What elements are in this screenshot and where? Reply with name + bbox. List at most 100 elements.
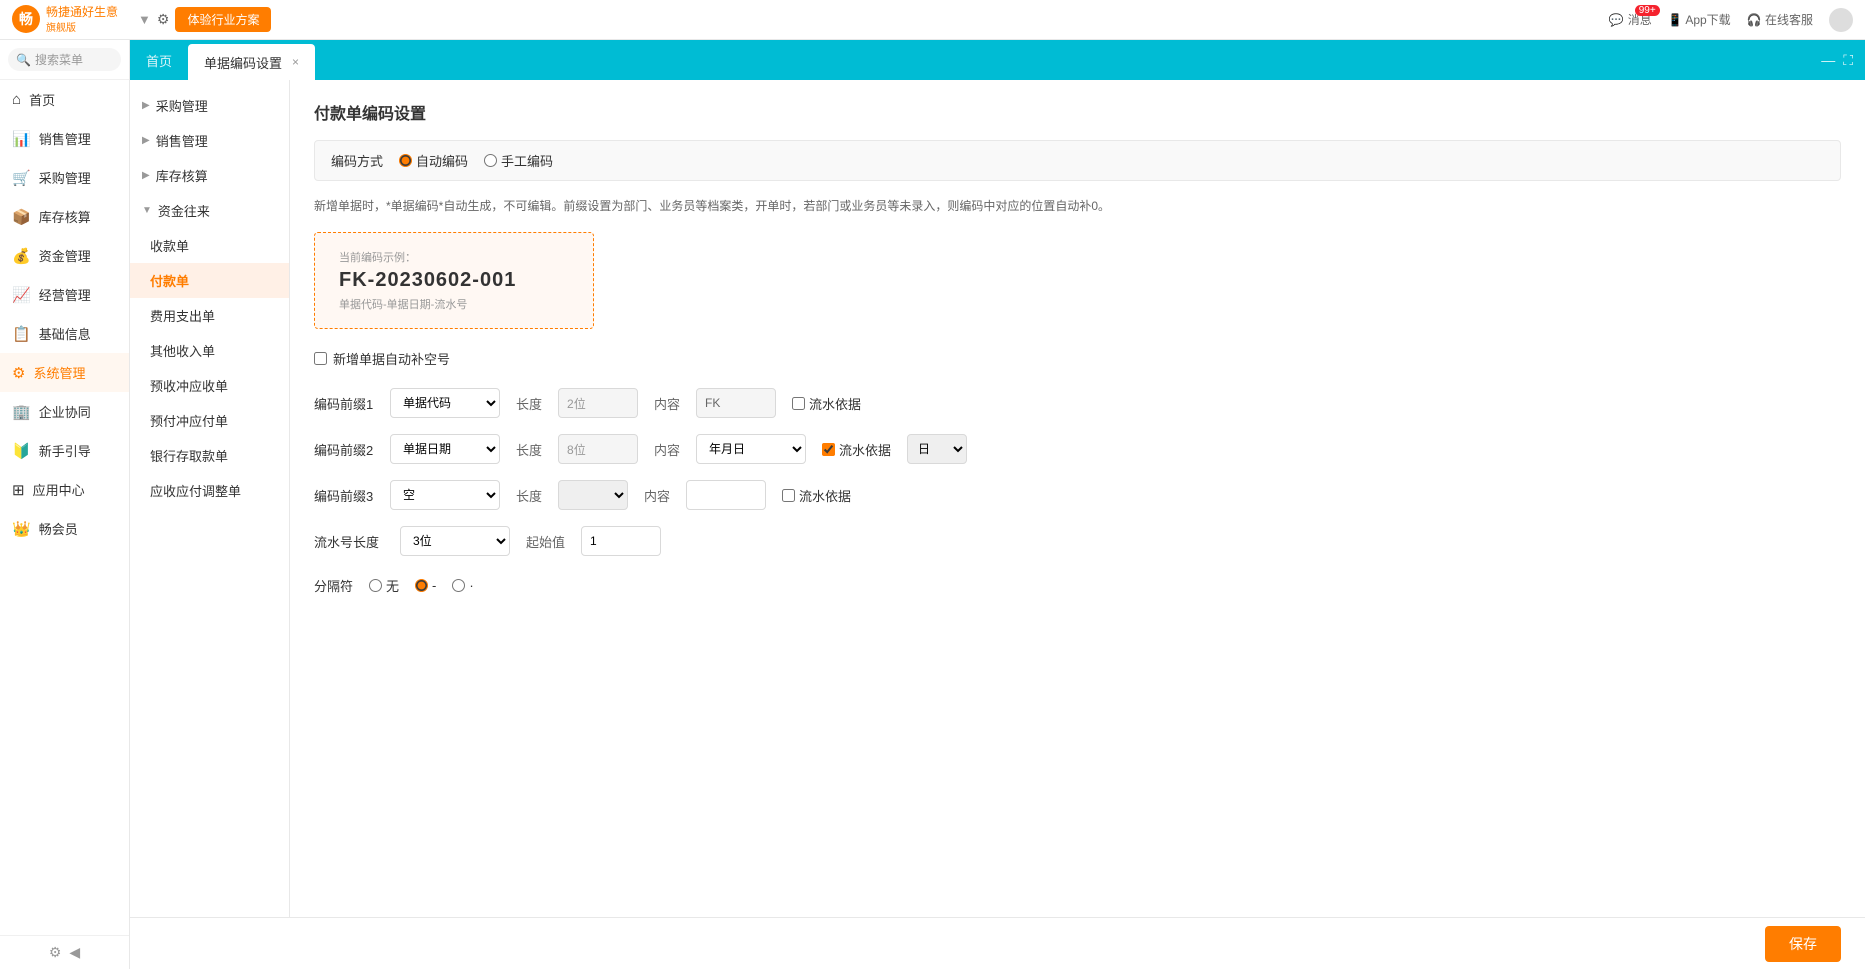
sub-group-capital[interactable]: ▼ 资金往来 — [130, 193, 289, 228]
sidebar-label-basic: 基础信息 — [39, 324, 91, 343]
sub-item-advance-receipt[interactable]: 预收冲应收单 — [130, 368, 289, 403]
app-download-link[interactable]: 📱 App下载 — [1668, 11, 1731, 28]
prefix2-select[interactable]: 单据日期 — [390, 434, 500, 464]
tab-encode-settings[interactable]: 单据编码设置 × — [188, 44, 315, 80]
sidebar-item-operation[interactable]: 📈 经营管理 — [0, 275, 129, 314]
sep-dot-option[interactable]: - — [415, 578, 436, 593]
prefix1-select[interactable]: 单据代码 — [390, 388, 500, 418]
tab-close-icon[interactable]: × — [292, 55, 299, 69]
auto-encode-radio[interactable] — [399, 154, 412, 167]
code-preview-value: FK-20230602-001 — [339, 269, 569, 292]
auto-fill-label: 新增单据自动补空号 — [333, 349, 450, 368]
sep-none-option[interactable]: 无 — [369, 576, 399, 595]
sub-group-inventory[interactable]: ▶ 库存核算 — [130, 158, 289, 193]
content1-input[interactable] — [696, 388, 776, 418]
serial3-label: 流水依据 — [799, 486, 851, 505]
sidebar-item-member[interactable]: 👑 畅会员 — [0, 509, 129, 548]
auto-fill-checkbox[interactable] — [314, 352, 327, 365]
manual-encode-option[interactable]: 手工编码 — [484, 151, 553, 170]
sidebar-item-guide[interactable]: 🔰 新手引导 — [0, 431, 129, 470]
enterprise-icon: 🏢 — [12, 403, 31, 421]
manual-encode-label: 手工编码 — [501, 151, 553, 170]
content2-select[interactable]: 年月日 — [696, 434, 806, 464]
sidebar-item-system[interactable]: ⚙ 系统管理 — [0, 353, 129, 392]
start-value-input[interactable] — [581, 526, 661, 556]
system-icon: ⚙ — [12, 364, 25, 382]
online-service-link[interactable]: 🎧 在线客服 — [1747, 11, 1813, 28]
sidebar-search-container: 🔍 搜索菜单 — [0, 40, 129, 80]
experience-button[interactable]: 体验行业方案 — [175, 7, 271, 32]
serial-length-row: 流水号长度 3位 起始值 — [314, 526, 1841, 556]
manual-encode-radio[interactable] — [484, 154, 497, 167]
collapse-icon[interactable]: ◀ — [69, 944, 80, 961]
sep-dot2-radio[interactable] — [452, 579, 465, 592]
prefix2-label: 编码前缀2 — [314, 440, 374, 459]
sub-item-bank[interactable]: 银行存取款单 — [130, 438, 289, 473]
settings-icon[interactable]: ⚙ — [157, 11, 170, 28]
sidebar-item-sales[interactable]: 📊 销售管理 — [0, 119, 129, 158]
separator-row: 分隔符 无 - · — [314, 576, 1841, 595]
length1-label: 长度 — [516, 394, 542, 413]
sidebar-label-purchase: 采购管理 — [39, 168, 91, 187]
sub-item-expense[interactable]: 费用支出单 — [130, 298, 289, 333]
length3-label: 长度 — [516, 486, 542, 505]
sub-group-sales[interactable]: ▶ 销售管理 — [130, 123, 289, 158]
chevron-down-icon[interactable]: ▼ — [138, 12, 151, 27]
serial1-checkbox-label[interactable]: 流水依据 — [792, 394, 861, 413]
sidebar-item-home[interactable]: ⌂ 首页 — [0, 80, 129, 119]
topbar-left: 畅 畅捷通好生意 旗舰版 ▼ ⚙ 体验行业方案 — [12, 5, 271, 34]
message-count: 99+ — [1635, 5, 1660, 16]
user-avatar[interactable] — [1829, 8, 1853, 32]
day-select[interactable]: 日 — [907, 434, 967, 464]
download-icon: 📱 — [1668, 13, 1683, 27]
sub-item-payment[interactable]: 付款单 — [130, 263, 289, 298]
sub-group-purchase[interactable]: ▶ 采购管理 — [130, 88, 289, 123]
length1-value: 2位 — [558, 388, 638, 418]
sub-item-prepay[interactable]: 预付冲应付单 — [130, 403, 289, 438]
settings-bottom-icon[interactable]: ⚙ — [49, 944, 62, 961]
sidebar-item-apps[interactable]: ⊞ 应用中心 — [0, 470, 129, 509]
sidebar-label-operation: 经营管理 — [39, 285, 91, 304]
arrow-right-icon: ▶ — [142, 100, 150, 111]
sep-none-radio[interactable] — [369, 579, 382, 592]
length2-label: 长度 — [516, 440, 542, 459]
search-bar[interactable]: 🔍 搜索菜单 — [8, 48, 121, 71]
info-text: 新增单据时，*单据编码*自动生成，不可编辑。前缀设置为部门、业务员等档案类，开单… — [314, 197, 1841, 216]
prefix3-select[interactable]: 空 — [390, 480, 500, 510]
sidebar-item-basic[interactable]: 📋 基础信息 — [0, 314, 129, 353]
sep-dot-radio[interactable] — [415, 579, 428, 592]
sidebar-item-enterprise[interactable]: 🏢 企业协同 — [0, 392, 129, 431]
basic-icon: 📋 — [12, 325, 31, 343]
serial-length-select[interactable]: 3位 — [400, 526, 510, 556]
serial2-checkbox[interactable] — [822, 443, 835, 456]
sub-item-other-income[interactable]: 其他收入单 — [130, 333, 289, 368]
tab-home[interactable]: 首页 — [130, 40, 188, 80]
sub-item-arapp-adjust[interactable]: 应收应付调整单 — [130, 473, 289, 508]
auto-encode-option[interactable]: 自动编码 — [399, 151, 468, 170]
sep-dot-label: - — [432, 578, 436, 593]
sidebar-item-capital[interactable]: 💰 资金管理 — [0, 236, 129, 275]
serial3-checkbox-label[interactable]: 流水依据 — [782, 486, 851, 505]
sub-item-receipt[interactable]: 收款单 — [130, 228, 289, 263]
length3-select[interactable] — [558, 480, 628, 510]
message-badge[interactable]: 💬 消息 99+ — [1609, 11, 1652, 28]
content3-input[interactable] — [686, 480, 766, 510]
serial1-checkbox[interactable] — [792, 397, 805, 410]
start-value-label: 起始值 — [526, 532, 565, 551]
minimize-icon[interactable]: — — [1821, 52, 1835, 68]
sidebar-item-inventory[interactable]: 📦 库存核算 — [0, 197, 129, 236]
operation-icon: 📈 — [12, 286, 31, 304]
guide-icon: 🔰 — [12, 442, 31, 460]
tabbar-right: — ⛶ — [1821, 52, 1865, 69]
save-button[interactable]: 保存 — [1765, 926, 1841, 962]
maximize-icon[interactable]: ⛶ — [1843, 52, 1853, 69]
sub-group-purchase-label: 采购管理 — [156, 96, 208, 115]
tabbar: 首页 单据编码设置 × — ⛶ — [130, 40, 1865, 80]
member-icon: 👑 — [12, 520, 31, 538]
sidebar-item-purchase[interactable]: 🛒 采购管理 — [0, 158, 129, 197]
sep-dot2-option[interactable]: · — [452, 578, 473, 593]
serial3-checkbox[interactable] — [782, 489, 795, 502]
serial2-checkbox-label[interactable]: 流水依据 — [822, 440, 891, 459]
sidebar-bottom: ⚙ ◀ — [0, 935, 129, 969]
prefix-row-1: 编码前缀1 单据代码 长度 2位 内容 流水依据 — [314, 388, 1841, 418]
